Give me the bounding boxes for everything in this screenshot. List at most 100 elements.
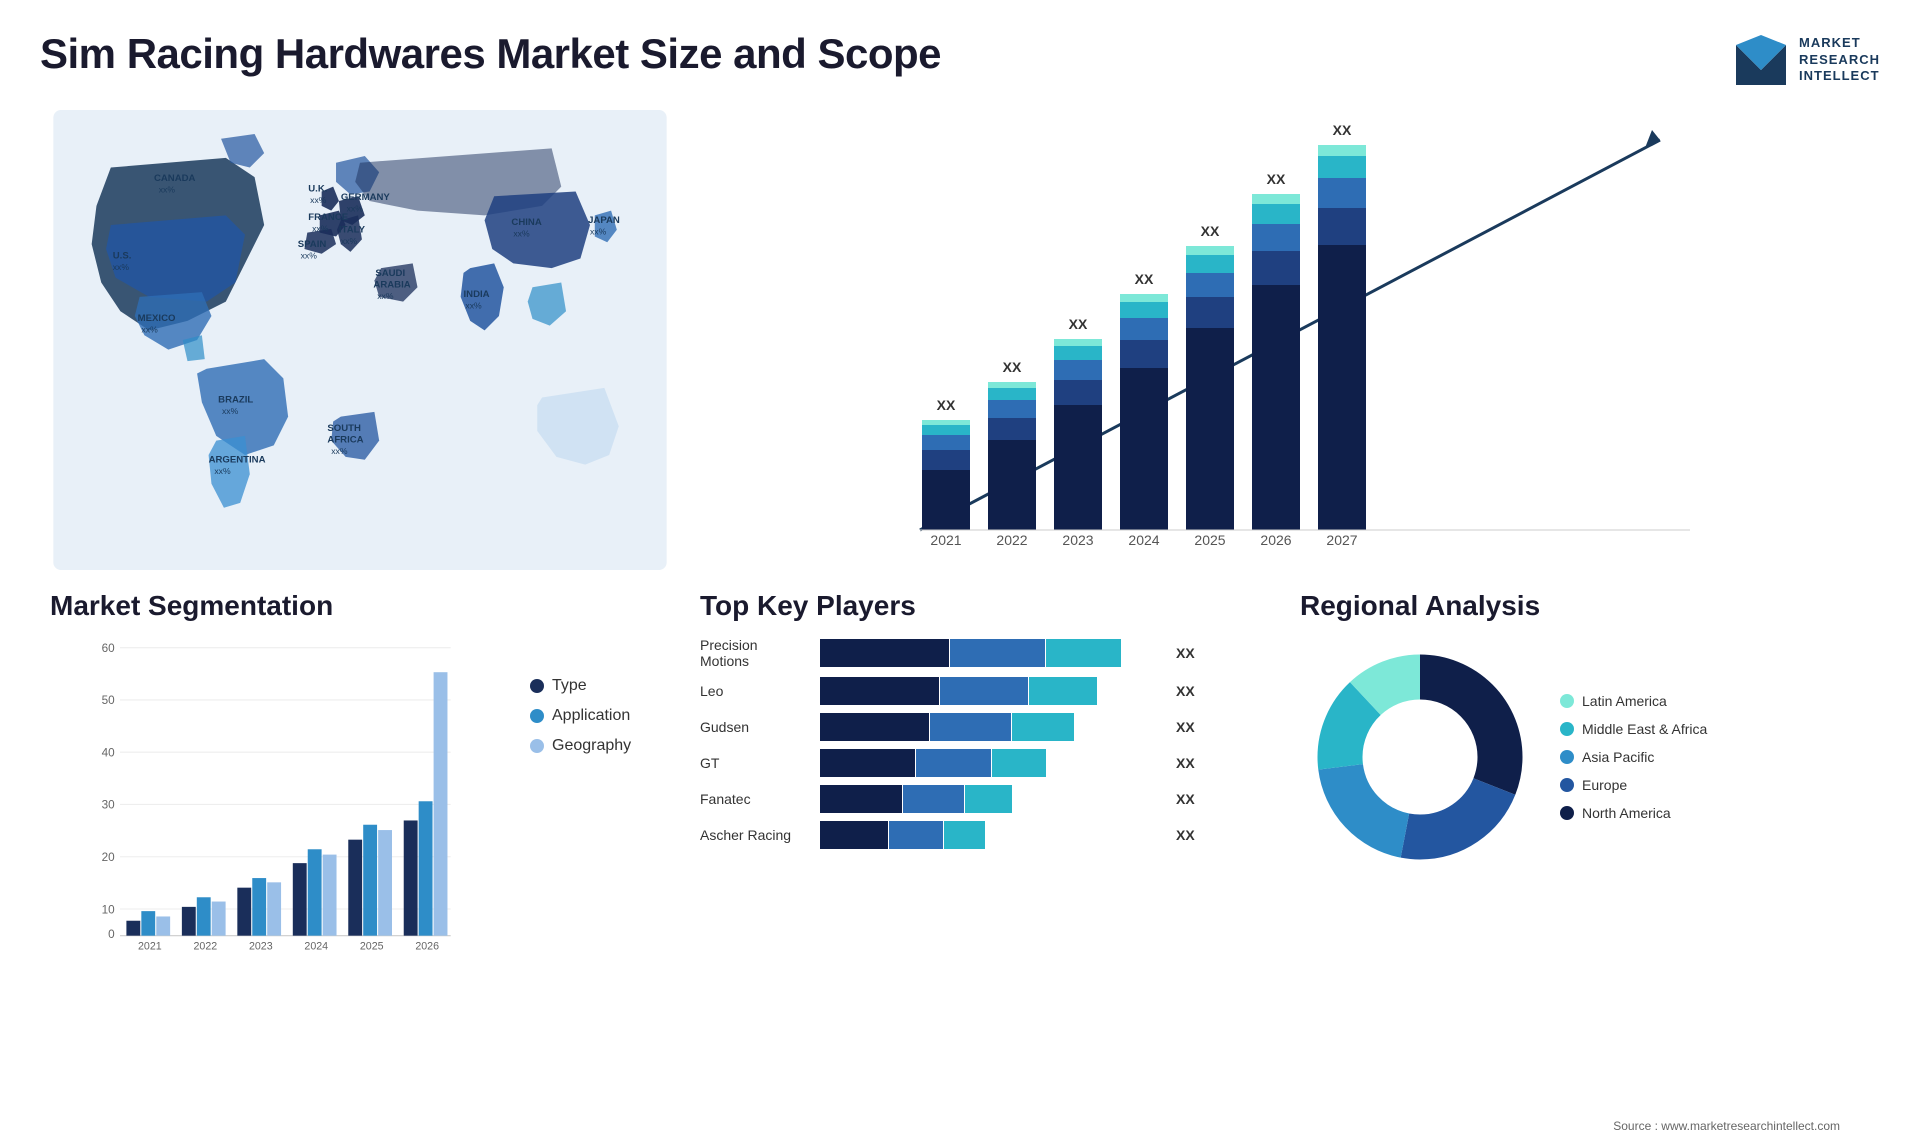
player-xx-fanatec: XX xyxy=(1176,791,1195,807)
map-label-china: CHINA xyxy=(511,217,541,228)
map-label-uk: U.K. xyxy=(308,183,327,194)
bar-chart: XX 2021 XX 2022 XX 2023 XX 20 xyxy=(700,110,1860,570)
map-sub-italy: xx% xyxy=(341,236,358,246)
svg-text:2022: 2022 xyxy=(996,532,1027,548)
map-label-argentina: ARGENTINA xyxy=(209,455,266,466)
svg-text:50: 50 xyxy=(102,694,116,707)
svg-text:2021: 2021 xyxy=(930,532,961,548)
map-section: CANADA xx% U.S. xx% MEXICO xx% BRAZIL xx… xyxy=(40,100,680,580)
svg-text:2021: 2021 xyxy=(138,941,162,953)
players-list: PrecisionMotions XX Leo XX xyxy=(700,637,1260,849)
reg-dot-latin xyxy=(1560,694,1574,708)
player-row-ascher: Ascher Racing XX xyxy=(700,821,1260,849)
player-bar-precision xyxy=(820,639,1160,667)
segmentation-section: Market Segmentation 60 50 40 30 20 10 0 xyxy=(40,580,680,1080)
reg-item-asia: Asia Pacific xyxy=(1560,749,1707,765)
legend-dot-geography xyxy=(530,739,544,753)
reg-item-na: North America xyxy=(1560,805,1707,821)
reg-item-mea: Middle East & Africa xyxy=(1560,721,1707,737)
logo-area: MARKETRESEARCHINTELLECT xyxy=(1731,30,1880,90)
player-name-leo: Leo xyxy=(700,683,810,699)
reg-label-latin: Latin America xyxy=(1582,693,1667,709)
map-sub-india: xx% xyxy=(465,300,482,310)
main-content: CANADA xx% U.S. xx% MEXICO xx% BRAZIL xx… xyxy=(0,100,1920,1080)
map-sub-france: xx% xyxy=(312,224,329,234)
player-name-precision: PrecisionMotions xyxy=(700,637,810,669)
map-sub-china: xx% xyxy=(513,229,530,239)
legend-application: Application xyxy=(530,707,670,725)
player-xx-gt: XX xyxy=(1176,755,1195,771)
reg-dot-europe xyxy=(1560,778,1574,792)
regional-content: Latin America Middle East & Africa Asia … xyxy=(1300,637,1860,877)
map-label-brazil: BRAZIL xyxy=(218,394,253,405)
player-bar-ascher xyxy=(820,821,1160,849)
seg-chart-svg-wrap: 60 50 40 30 20 10 0 xyxy=(50,637,510,957)
world-map: CANADA xx% U.S. xx% MEXICO xx% BRAZIL xx… xyxy=(50,110,670,570)
reg-label-mea: Middle East & Africa xyxy=(1582,721,1707,737)
svg-text:2027: 2027 xyxy=(1326,532,1357,548)
reg-dot-asia xyxy=(1560,750,1574,764)
map-sub-japan: xx% xyxy=(590,227,607,237)
legend-dot-type xyxy=(530,679,544,693)
map-label-japan: JAPAN xyxy=(588,215,620,226)
legend-dot-application xyxy=(530,709,544,723)
player-name-gt: GT xyxy=(700,755,810,771)
map-sub-uk: xx% xyxy=(310,195,327,205)
svg-text:2024: 2024 xyxy=(1128,532,1159,548)
map-sub-spain: xx% xyxy=(301,251,318,261)
legend-type: Type xyxy=(530,677,670,695)
player-row-leo: Leo XX xyxy=(700,677,1260,705)
regional-legend: Latin America Middle East & Africa Asia … xyxy=(1560,693,1707,821)
map-sub-brazil: xx% xyxy=(222,406,239,416)
segmentation-title: Market Segmentation xyxy=(50,590,670,622)
svg-text:20: 20 xyxy=(102,851,116,864)
donut-svg xyxy=(1300,637,1540,877)
svg-text:XX: XX xyxy=(1003,359,1022,375)
map-sub-canada: xx% xyxy=(159,184,176,194)
svg-text:2026: 2026 xyxy=(415,941,439,953)
svg-text:2026: 2026 xyxy=(1260,532,1291,548)
logo-text: MARKETRESEARCHINTELLECT xyxy=(1799,35,1880,86)
map-label-spain: SPAIN xyxy=(298,239,327,250)
header: Sim Racing Hardwares Market Size and Sco… xyxy=(0,0,1920,100)
map-label-india: INDIA xyxy=(464,289,490,300)
map-sub-saudi: xx% xyxy=(377,291,394,301)
map-sub-southafrica: xx% xyxy=(331,446,348,456)
svg-text:2025: 2025 xyxy=(360,941,384,953)
player-xx-leo: XX xyxy=(1176,683,1195,699)
svg-text:XX: XX xyxy=(1135,271,1154,287)
svg-text:40: 40 xyxy=(102,746,116,759)
map-label-southafrica: SOUTH xyxy=(327,423,361,434)
map-sub-argentina: xx% xyxy=(214,466,231,476)
player-row-gt: GT XX xyxy=(700,749,1260,777)
svg-text:2025: 2025 xyxy=(1194,532,1225,548)
map-sub-us: xx% xyxy=(113,262,130,272)
player-row-fanatec: Fanatec XX xyxy=(700,785,1260,813)
seg-bar-chart: 60 50 40 30 20 10 0 xyxy=(50,637,510,957)
player-row-precision: PrecisionMotions XX xyxy=(700,637,1260,669)
player-xx-precision: XX xyxy=(1176,645,1195,661)
seg-legend: Type Application Geography xyxy=(530,637,670,755)
reg-item-latin: Latin America xyxy=(1560,693,1707,709)
reg-dot-na xyxy=(1560,806,1574,820)
player-bar-gt xyxy=(820,749,1160,777)
map-label-saudi: SAUDI xyxy=(375,268,405,279)
regional-section: Regional Analysis xyxy=(1280,580,1880,1080)
svg-text:30: 30 xyxy=(102,799,116,812)
bar-chart-section: XX 2021 XX 2022 XX 2023 XX 20 xyxy=(680,100,1880,580)
svg-text:XX: XX xyxy=(1201,223,1220,239)
regional-title: Regional Analysis xyxy=(1300,590,1860,622)
svg-text:0: 0 xyxy=(108,928,115,941)
legend-label-geography: Geography xyxy=(552,737,631,755)
player-row-gudsen: Gudsen XX xyxy=(700,713,1260,741)
svg-text:XX: XX xyxy=(1333,122,1352,138)
map-label-italy: ITALY xyxy=(339,225,366,236)
reg-item-europe: Europe xyxy=(1560,777,1707,793)
map-sub-mexico: xx% xyxy=(142,324,159,334)
key-players-title: Top Key Players xyxy=(700,590,1260,622)
svg-text:2023: 2023 xyxy=(1062,532,1093,548)
player-bar-leo xyxy=(820,677,1160,705)
svg-text:2023: 2023 xyxy=(249,941,273,953)
player-name-ascher: Ascher Racing xyxy=(700,827,810,843)
legend-label-application: Application xyxy=(552,707,630,725)
